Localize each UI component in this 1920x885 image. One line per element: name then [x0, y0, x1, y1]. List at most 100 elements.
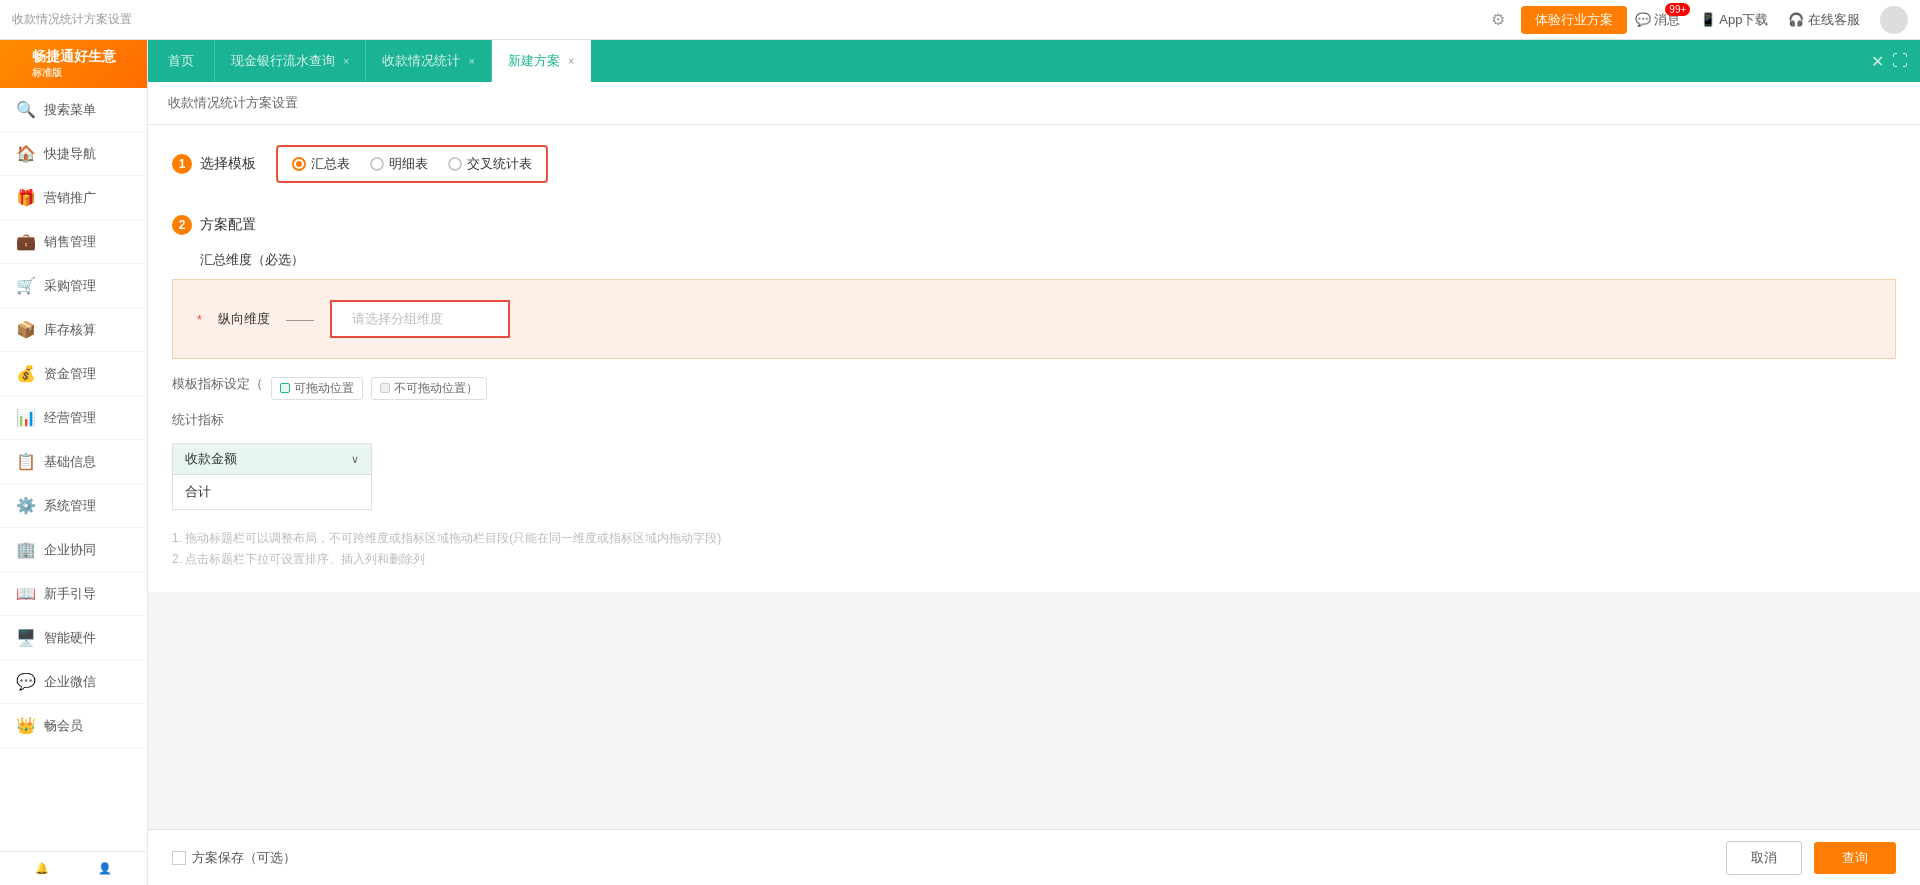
page-title-bar: 收款情况统计方案设置 [148, 82, 1920, 125]
breadcrumb-area: 收款情况统计方案设置 [12, 11, 1483, 28]
step1-row: 1 选择模板 汇总表 明细表 交叉统计表 [172, 145, 1896, 183]
avatar[interactable] [1880, 6, 1908, 34]
step2-row: 2 方案配置 [172, 215, 1896, 235]
sidebar-nav: 🔍 搜索菜单 🏠 快捷导航 🎁 营销推广 💼 销售管理 🛒 采购管理 📦 [0, 88, 147, 851]
sidebar-item-basic-info[interactable]: 📋 基础信息 [0, 440, 147, 484]
tab-collection-stats-close[interactable]: × [468, 55, 474, 67]
step2-badge: 2 [172, 215, 192, 235]
dimension-area: * 纵向维度 —— 请选择分组维度 [172, 279, 1896, 359]
top-header: 收款情况统计方案设置 ⚙ 体验行业方案 💬 消息 99+ 📱 App下载 🎧 在… [0, 0, 1920, 40]
sidebar-label-hardware: 智能硬件 [44, 629, 96, 647]
sidebar-item-sales[interactable]: 💼 销售管理 [0, 220, 147, 264]
tab-cash-flow[interactable]: 现金银行流水查询 × [215, 40, 366, 82]
radio-detail-label: 明细表 [389, 155, 428, 173]
tab-bar-expand-icon[interactable]: ⛶ [1892, 52, 1908, 70]
tab-home[interactable]: 首页 [148, 40, 215, 82]
metrics-table: 收款金额 ∨ 合计 [172, 443, 372, 510]
tab-collection-stats[interactable]: 收款情况统计 × [366, 40, 491, 82]
sidebar-item-inventory[interactable]: 📦 库存核算 [0, 308, 147, 352]
radio-cross[interactable]: 交叉统计表 [448, 155, 532, 173]
tab-new-plan[interactable]: 新建方案 × [492, 40, 591, 82]
header-right: 💬 消息 99+ 📱 App下载 🎧 在线客服 [1635, 6, 1908, 34]
radio-summary[interactable]: 汇总表 [292, 155, 350, 173]
finance-icon: 💰 [16, 364, 36, 383]
sidebar-label-finance: 资金管理 [44, 365, 96, 383]
member-icon: 👑 [16, 716, 36, 735]
trial-button[interactable]: 体验行业方案 [1521, 6, 1627, 34]
tab-bar: 首页 现金银行流水查询 × 收款情况统计 × 新建方案 × ✕ ⛶ [148, 40, 1920, 82]
sidebar-item-system[interactable]: ⚙️ 系统管理 [0, 484, 147, 528]
sales-icon: 💼 [16, 232, 36, 251]
hardware-icon: 🖥️ [16, 628, 36, 647]
page-content: 收款情况统计方案设置 1 选择模板 汇总表 明细表 [148, 82, 1920, 885]
sidebar-item-operations[interactable]: 📊 经营管理 [0, 396, 147, 440]
cancel-button[interactable]: 取消 [1726, 841, 1802, 875]
sidebar-item-wechat[interactable]: 💬 企业微信 [0, 660, 147, 704]
inventory-icon: 📦 [16, 320, 36, 339]
operations-icon: 📊 [16, 408, 36, 427]
radio-detail-circle [370, 157, 384, 171]
sidebar-label-member: 畅会员 [44, 717, 83, 735]
query-button[interactable]: 查询 [1814, 842, 1896, 874]
tab-new-plan-close[interactable]: × [568, 55, 574, 67]
save-checkbox[interactable] [172, 851, 186, 865]
logo-area: 畅捷通好生意 标准版 [0, 40, 147, 88]
sidebar-bottom-item2[interactable]: 👤 [98, 862, 112, 875]
sidebar-item-member[interactable]: 👑 畅会员 [0, 704, 147, 748]
tab-bar-close-icon[interactable]: ✕ [1871, 52, 1884, 71]
metrics-header[interactable]: 收款金额 ∨ [173, 444, 371, 475]
draggable-hint-1: 可拖动位置 [271, 377, 363, 400]
sidebar-item-marketing[interactable]: 🎁 营销推广 [0, 176, 147, 220]
tab-home-label: 首页 [168, 52, 194, 70]
save-option-label: 方案保存（可选） [192, 849, 296, 867]
app-download-link[interactable]: 📱 App下载 [1700, 11, 1768, 29]
sidebar-item-guide[interactable]: 📖 新手引导 [0, 572, 147, 616]
radio-detail[interactable]: 明细表 [370, 155, 428, 173]
sidebar-item-hardware[interactable]: 🖥️ 智能硬件 [0, 616, 147, 660]
radio-summary-circle [292, 157, 306, 171]
tips-section: 1. 拖动标题栏可以调整布局，不可跨维度或指标区域拖动栏目段(只能在同一维度或指… [172, 530, 1896, 568]
sidebar: 畅捷通好生意 标准版 🔍 搜索菜单 🏠 快捷导航 🎁 营销推广 💼 销售管理 [0, 40, 148, 885]
basic-info-icon: 📋 [16, 452, 36, 471]
tip1: 1. 拖动标题栏可以调整布局，不可跨维度或指标区域拖动栏目段(只能在同一维度或指… [172, 530, 1896, 547]
enterprise-icon: 🏢 [16, 540, 36, 559]
tab-cash-flow-close[interactable]: × [343, 55, 349, 67]
dimension-title: 汇总维度（必选） [200, 251, 1896, 269]
metrics-col-label: 收款金额 [185, 450, 237, 468]
sidebar-item-search[interactable]: 🔍 搜索菜单 [0, 88, 147, 132]
breadcrumb-text: 收款情况统计方案设置 [12, 11, 132, 28]
vertical-dim-label: 纵向维度 [218, 310, 270, 328]
sidebar-item-finance[interactable]: 💰 资金管理 [0, 352, 147, 396]
not-draggable-dot [380, 383, 390, 393]
sidebar-label-system: 系统管理 [44, 497, 96, 515]
metrics-total-row: 合计 [173, 475, 371, 509]
draggable-dot [280, 383, 290, 393]
sidebar-item-purchase[interactable]: 🛒 采购管理 [0, 264, 147, 308]
sidebar-item-enterprise[interactable]: 🏢 企业协同 [0, 528, 147, 572]
sidebar-label-quicknav: 快捷导航 [44, 145, 96, 163]
header-actions: ⚙ 体验行业方案 [1491, 6, 1627, 34]
wechat-icon: 💬 [16, 672, 36, 691]
logo-text: 畅捷通好生意 [32, 48, 116, 66]
dim-selector[interactable]: 请选择分组维度 [330, 300, 510, 338]
logo-sub: 标准版 [32, 66, 116, 80]
tab-collection-stats-label: 收款情况统计 [382, 52, 460, 70]
step2-label: 方案配置 [200, 216, 256, 234]
tab-bar-right: ✕ ⛶ [1871, 52, 1920, 71]
sidebar-bottom: 🔔 👤 [0, 851, 147, 885]
online-service-link[interactable]: 🎧 在线客服 [1788, 11, 1860, 29]
metrics-title: 模板指标设定（ [172, 375, 263, 393]
home-icon: 🏠 [16, 144, 36, 163]
dim-placeholder: 请选择分组维度 [352, 311, 443, 326]
notification-badge: 99+ [1665, 3, 1690, 16]
sidebar-label-enterprise: 企业协同 [44, 541, 96, 559]
sidebar-label-marketing: 营销推广 [44, 189, 96, 207]
gear-icon[interactable]: ⚙ [1491, 10, 1505, 29]
sidebar-item-quicknav[interactable]: 🏠 快捷导航 [0, 132, 147, 176]
chevron-down-icon[interactable]: ∨ [351, 453, 359, 466]
template-radio-group: 汇总表 明细表 交叉统计表 [276, 145, 548, 183]
step1-badge: 1 [172, 154, 192, 174]
sidebar-bottom-item1[interactable]: 🔔 [35, 862, 49, 875]
step1-label: 选择模板 [200, 155, 256, 173]
notification-area[interactable]: 💬 消息 99+ [1635, 11, 1681, 29]
